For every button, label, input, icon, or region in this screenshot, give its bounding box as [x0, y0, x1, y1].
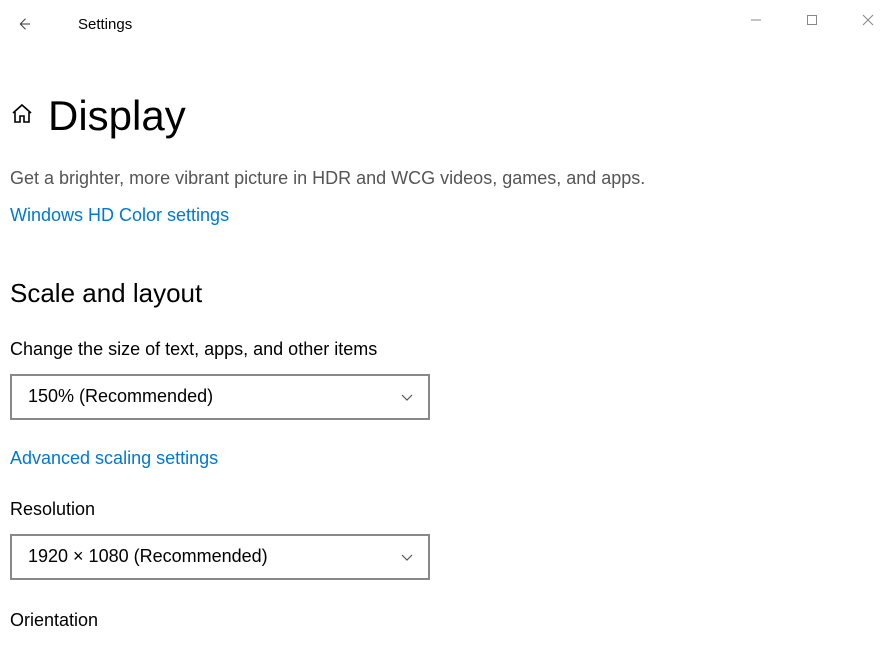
orientation-label: Orientation [10, 610, 876, 631]
maximize-button[interactable] [784, 0, 840, 40]
page-title: Display [48, 92, 186, 140]
hd-color-settings-link[interactable]: Windows HD Color settings [10, 205, 229, 226]
advanced-scaling-link[interactable]: Advanced scaling settings [10, 448, 218, 469]
text-size-dropdown[interactable]: 150% (Recommended) [10, 374, 430, 420]
chevron-down-icon [400, 390, 414, 404]
content-area: Display Get a brighter, more vibrant pic… [0, 92, 896, 631]
resolution-dropdown[interactable]: 1920 × 1080 (Recommended) [10, 534, 430, 580]
window-controls [728, 0, 896, 40]
home-icon [10, 102, 34, 131]
minimize-icon [750, 14, 762, 26]
minimize-button[interactable] [728, 0, 784, 40]
maximize-icon [806, 14, 818, 26]
text-size-value: 150% (Recommended) [28, 386, 213, 407]
resolution-value: 1920 × 1080 (Recommended) [28, 546, 268, 567]
close-icon [862, 14, 874, 26]
text-size-label: Change the size of text, apps, and other… [10, 339, 876, 360]
chevron-down-icon [400, 550, 414, 564]
page-header: Display [10, 92, 876, 140]
app-title: Settings [78, 16, 132, 33]
titlebar: Settings [0, 0, 896, 48]
close-button[interactable] [840, 0, 896, 40]
hdr-description: Get a brighter, more vibrant picture in … [10, 164, 650, 193]
scale-layout-heading: Scale and layout [10, 278, 876, 309]
arrow-left-icon [15, 15, 33, 33]
resolution-label: Resolution [10, 499, 876, 520]
back-button[interactable] [0, 0, 48, 48]
